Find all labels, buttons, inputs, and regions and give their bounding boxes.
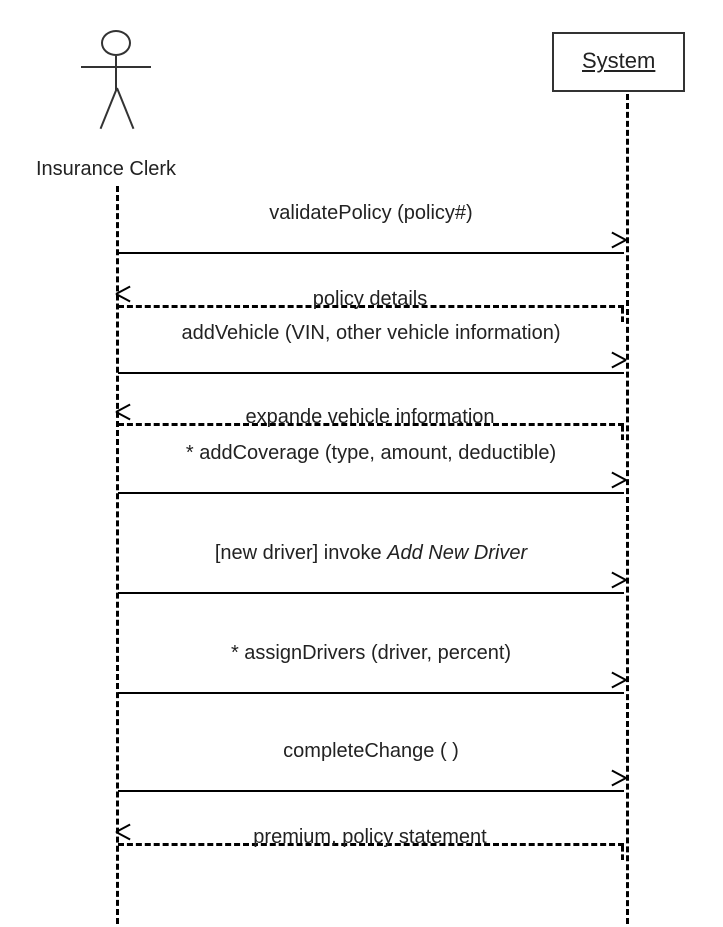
arrowhead-left-icon — [116, 831, 132, 847]
msg-label: * addCoverage (type, amount, deductible) — [186, 442, 556, 465]
lifeline-system — [626, 94, 629, 924]
actor-body-icon — [115, 56, 117, 90]
msg-invoke-add-new-driver: [new driver] invoke Add New Driver — [118, 566, 624, 594]
arrowhead-right-icon — [610, 239, 626, 255]
msg-add-vehicle: addVehicle (VIN, other vehicle informati… — [118, 346, 624, 374]
msg-label-prefix: [new driver] invoke — [215, 542, 387, 564]
msg-add-coverage: * addCoverage (type, amount, deductible) — [118, 466, 624, 494]
return-hook-icon — [619, 308, 624, 322]
msg-label-italic: Add New Driver — [387, 542, 527, 564]
return-hook-icon — [619, 426, 624, 440]
arrowhead-right-icon — [610, 777, 626, 793]
system-lifeline-head: System — [552, 32, 685, 92]
system-label: System — [582, 48, 655, 73]
actor-head-icon — [101, 30, 131, 56]
actor-arms-icon — [81, 66, 151, 68]
msg-complete-change: completeChange ( ) — [118, 764, 624, 792]
msg-label: completeChange ( ) — [283, 740, 459, 763]
actor-leg-icon — [100, 88, 118, 130]
arrowhead-right-icon — [610, 359, 626, 375]
arrowhead-right-icon — [610, 479, 626, 495]
arrowhead-right-icon — [610, 579, 626, 595]
msg-label: expande vehicle information — [245, 406, 494, 429]
msg-label: policy details — [313, 288, 428, 311]
arrowhead-left-icon — [116, 293, 132, 309]
actor-insurance-clerk — [86, 30, 146, 90]
actor-label: Insurance Clerk — [36, 158, 176, 181]
msg-label: * assignDrivers (driver, percent) — [231, 642, 511, 665]
arrowhead-left-icon — [116, 411, 132, 427]
msg-validate-policy: validatePolicy (policy#) — [118, 226, 624, 254]
msg-label: premium, policy statement — [253, 826, 486, 849]
msg-label: [new driver] invoke Add New Driver — [215, 542, 527, 565]
return-hook-icon — [619, 846, 624, 860]
sequence-diagram: Insurance Clerk System validatePolicy (p… — [0, 0, 723, 927]
arrowhead-right-icon — [610, 679, 626, 695]
msg-label: addVehicle (VIN, other vehicle informati… — [181, 322, 560, 345]
actor-leg-icon — [116, 88, 134, 130]
msg-assign-drivers: * assignDrivers (driver, percent) — [118, 666, 624, 694]
msg-label: validatePolicy (policy#) — [269, 202, 472, 225]
